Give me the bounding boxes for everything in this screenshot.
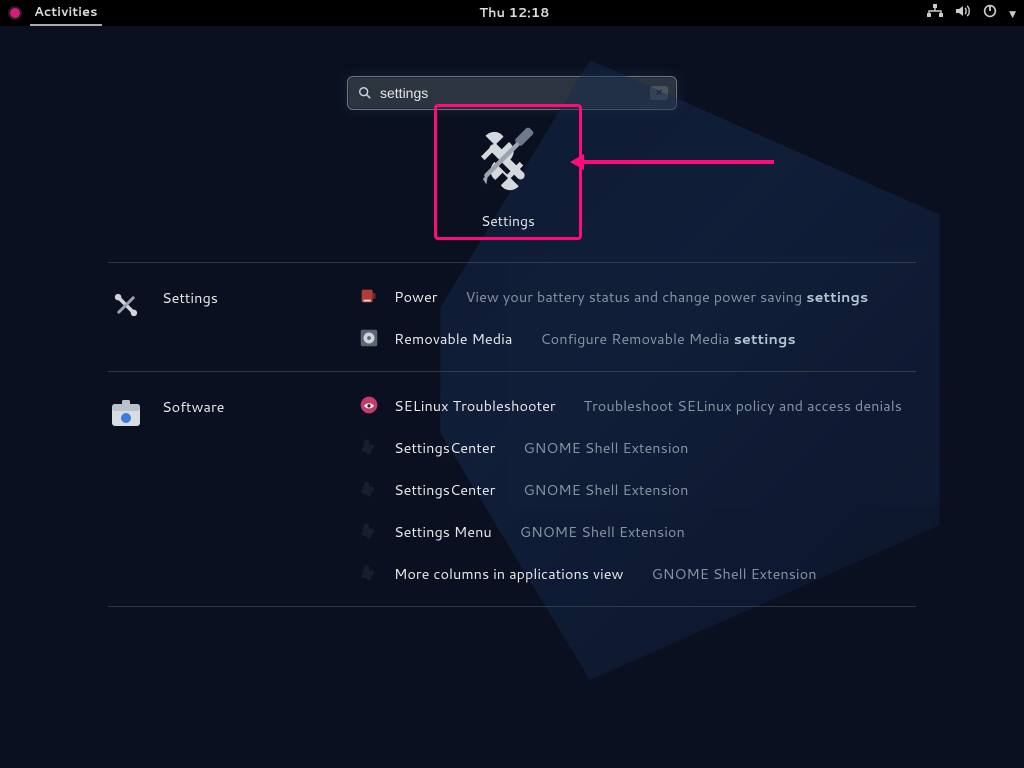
result-title: Settings Menu	[394, 521, 492, 542]
result-title: More columns in applications view	[394, 563, 623, 584]
result-title: Power	[394, 286, 437, 307]
network-icon[interactable]	[927, 4, 943, 23]
search-results: Settings Power View your battery status …	[108, 262, 916, 607]
search-icon	[358, 86, 372, 100]
result-desc: Troubleshoot SELinux policy and access d…	[584, 395, 902, 416]
results-section: Settings Power View your battery status …	[108, 263, 916, 371]
distro-logo-icon	[8, 6, 22, 20]
divider	[108, 262, 916, 263]
software-provider-icon	[108, 396, 144, 432]
extension-icon	[358, 520, 380, 542]
result-row[interactable]: Power View your battery status and chang…	[358, 285, 916, 307]
result-title: Removable Media	[394, 328, 512, 349]
power-icon[interactable]	[983, 4, 997, 23]
app-result-label: Settings	[481, 211, 535, 231]
extension-icon	[358, 478, 380, 500]
annotation-arrow	[584, 160, 774, 164]
divider	[108, 606, 916, 607]
top-bar: Activities Thu 12:18 ▼	[0, 0, 1024, 26]
chevron-down-icon[interactable]: ▼	[1009, 7, 1016, 20]
result-desc: GNOME Shell Extension	[523, 437, 688, 458]
result-row[interactable]: More columns in applications view GNOME …	[358, 562, 916, 584]
result-desc: GNOME Shell Extension	[520, 521, 685, 542]
result-desc: View your battery status and change powe…	[465, 286, 868, 307]
power-settings-icon	[358, 285, 380, 307]
section-title: Software	[162, 396, 224, 417]
result-desc: GNOME Shell Extension	[523, 479, 688, 500]
result-row[interactable]: SettingsCenter GNOME Shell Extension	[358, 436, 916, 458]
volume-icon[interactable]	[955, 4, 971, 23]
result-title: SettingsCenter	[394, 437, 495, 458]
extension-icon	[358, 562, 380, 584]
result-row[interactable]: Settings Menu GNOME Shell Extension	[358, 520, 916, 542]
result-row[interactable]: SettingsCenter GNOME Shell Extension	[358, 478, 916, 500]
removable-media-icon	[358, 327, 380, 349]
activities-button[interactable]: Activities	[30, 0, 102, 26]
results-section: Software SELinux Troubleshooter Troubles…	[108, 372, 916, 606]
section-title: Settings	[162, 287, 218, 308]
result-row[interactable]: SELinux Troubleshooter Troubleshoot SELi…	[358, 394, 916, 416]
result-desc: GNOME Shell Extension	[651, 563, 816, 584]
selinux-icon	[358, 394, 380, 416]
result-row[interactable]: Removable Media Configure Removable Medi…	[358, 327, 916, 349]
result-title: SettingsCenter	[394, 479, 495, 500]
settings-app-icon	[460, 113, 556, 209]
app-result-settings[interactable]: Settings	[434, 104, 582, 240]
result-title: SELinux Troubleshooter	[394, 395, 556, 416]
clock[interactable]: Thu 12:18	[479, 4, 549, 22]
divider	[108, 371, 916, 372]
result-desc: Configure Removable Media settings	[540, 328, 795, 349]
system-tray[interactable]: ▼	[927, 4, 1016, 23]
extension-icon	[358, 436, 380, 458]
settings-provider-icon	[108, 287, 144, 323]
